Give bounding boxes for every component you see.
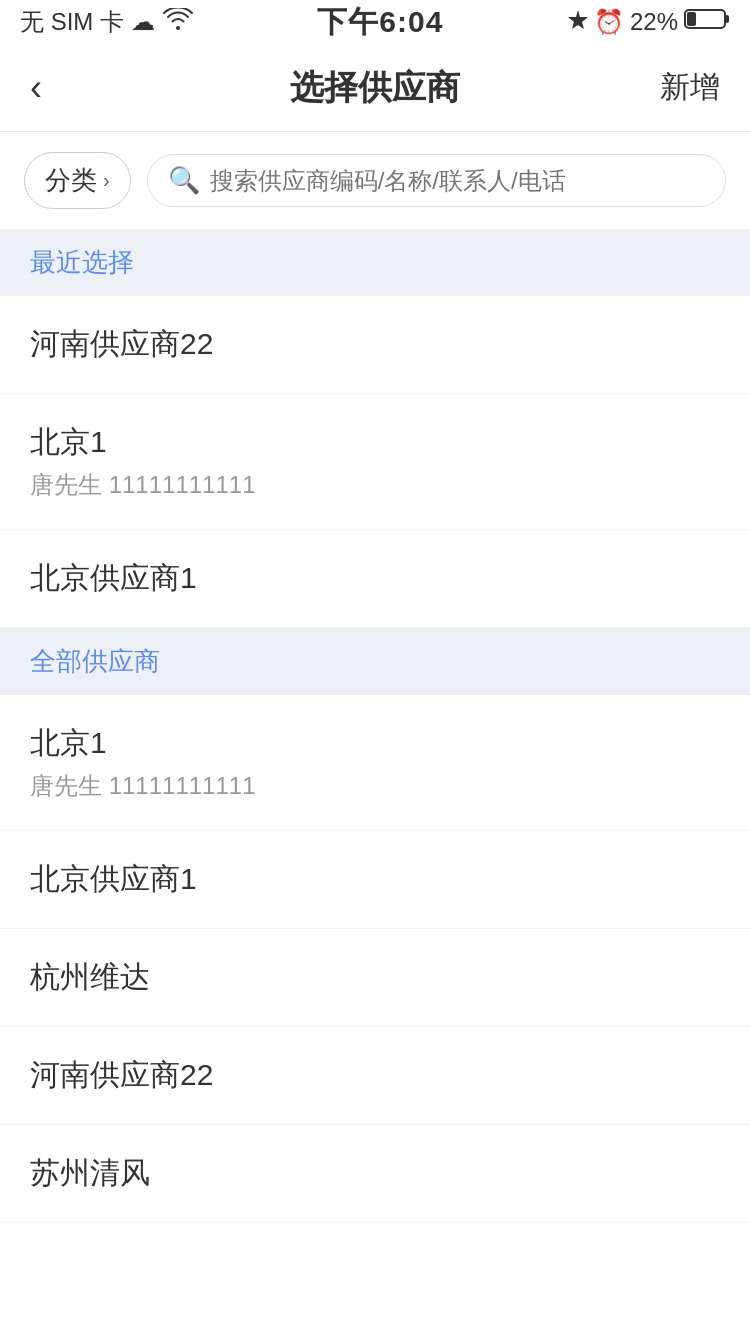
list-item[interactable]: 北京供应商1 xyxy=(0,831,750,929)
list-item-name: 北京供应商1 xyxy=(30,558,720,599)
status-time: 下午6:04 xyxy=(317,2,443,43)
list-item-name: 河南供应商22 xyxy=(30,1055,720,1096)
svg-rect-1 xyxy=(687,12,696,26)
list-item[interactable]: 河南供应商22 xyxy=(0,1027,750,1125)
wifi-icon xyxy=(163,8,193,36)
status-right: ⏰ 22% xyxy=(568,8,730,36)
list-item[interactable]: 河南供应商22 xyxy=(0,296,750,394)
list-item[interactable]: 杭州维达 xyxy=(0,929,750,1027)
nav-bar: ‹ 选择供应商 新增 xyxy=(0,44,750,132)
alarm-icon: ⏰ xyxy=(594,8,624,36)
back-button[interactable]: ‹ xyxy=(30,67,90,109)
status-bar: 无 SIM 卡 ☁ 下午6:04 ⏰ 22% xyxy=(0,0,750,44)
sim-label: 无 SIM 卡 ☁ xyxy=(20,6,155,38)
list-item-name: 河南供应商22 xyxy=(30,324,720,365)
add-button[interactable]: 新增 xyxy=(660,67,720,108)
list-item[interactable]: 北京供应商1 xyxy=(0,530,750,628)
list-item[interactable]: 苏州清风 xyxy=(0,1125,750,1223)
list-item-sub: 唐先生 11111111111 xyxy=(30,770,720,802)
battery-percent: 22% xyxy=(630,8,678,36)
search-box: 🔍 xyxy=(147,154,726,207)
search-input[interactable] xyxy=(210,167,705,195)
search-icon: 🔍 xyxy=(168,165,200,196)
category-label: 分类 xyxy=(45,163,97,198)
list-item-name: 杭州维达 xyxy=(30,957,720,998)
svg-rect-2 xyxy=(725,15,729,23)
category-button[interactable]: 分类 › xyxy=(24,152,131,209)
location-icon xyxy=(568,8,588,36)
section-header-recent: 最近选择 xyxy=(0,229,750,296)
sections-container: 最近选择河南供应商22 北京1 唐先生 11111111111 北京供应商1 全部供应商… xyxy=(0,229,750,1223)
list-item-name: 北京1 xyxy=(30,723,720,764)
list-item-name: 苏州清风 xyxy=(30,1153,720,1194)
list-item[interactable]: 北京1 唐先生 11111111111 xyxy=(0,695,750,831)
list-item[interactable]: 北京1 唐先生 11111111111 xyxy=(0,394,750,530)
list-item-name: 北京供应商1 xyxy=(30,859,720,900)
section-header-all: 全部供应商 xyxy=(0,628,750,695)
search-area: 分类 › 🔍 xyxy=(0,132,750,229)
page-title: 选择供应商 xyxy=(290,65,460,111)
list-item-sub: 唐先生 11111111111 xyxy=(30,469,720,501)
list-item-name: 北京1 xyxy=(30,422,720,463)
chevron-right-icon: › xyxy=(103,169,110,192)
status-left: 无 SIM 卡 ☁ xyxy=(20,6,193,38)
battery-icon xyxy=(684,8,730,36)
